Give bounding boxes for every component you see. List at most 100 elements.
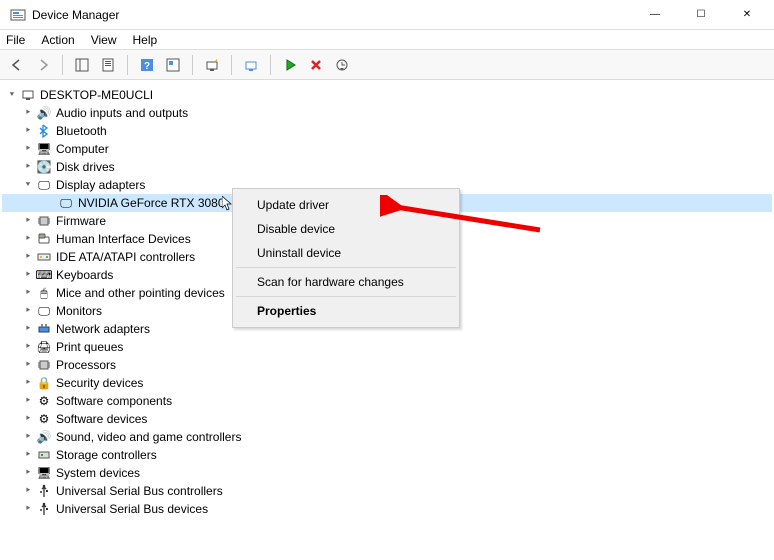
ctx-disable-device[interactable]: Disable device <box>235 217 457 241</box>
tree-node-label: Firmware <box>56 214 106 228</box>
tree-node[interactable]: ⯈Processors <box>2 356 772 374</box>
tree-node-label: Network adapters <box>56 322 150 336</box>
expand-icon[interactable]: ⯈ <box>20 501 36 517</box>
expand-icon[interactable]: ⯈ <box>20 411 36 427</box>
expand-icon[interactable]: ⯈ <box>20 429 36 445</box>
device-category-icon <box>36 483 52 499</box>
device-category-icon <box>36 447 52 463</box>
expand-icon[interactable]: ⯈ <box>20 339 36 355</box>
scan-hardware-button[interactable] <box>331 54 353 76</box>
device-category-icon <box>36 123 52 139</box>
tree-node[interactable]: ⯈🖥System devices <box>2 464 772 482</box>
properties-button[interactable] <box>97 54 119 76</box>
tree-node-label: Display adapters <box>56 178 145 192</box>
scan-button[interactable] <box>201 54 223 76</box>
tree-node[interactable]: ⯈🔊 Audio inputs and outputs <box>2 104 772 122</box>
ctx-separator <box>236 296 456 297</box>
menu-file[interactable]: File <box>6 33 25 47</box>
context-menu: Update driver Disable device Uninstall d… <box>232 188 460 328</box>
ctx-separator <box>236 267 456 268</box>
ctx-scan-hardware[interactable]: Scan for hardware changes <box>235 270 457 294</box>
expand-icon[interactable]: ⯈ <box>20 447 36 463</box>
window-title: Device Manager <box>32 8 632 22</box>
tree-node-label: Universal Serial Bus devices <box>56 502 208 516</box>
minimize-button[interactable]: — <box>632 0 678 30</box>
menubar: File Action View Help <box>0 30 774 50</box>
expand-icon[interactable]: ⯈ <box>20 303 36 319</box>
menu-help[interactable]: Help <box>133 33 158 47</box>
tree-node[interactable]: ⯈🔒Security devices <box>2 374 772 392</box>
tree-node-label: Disk drives <box>56 160 115 174</box>
svg-text:?: ? <box>144 61 150 72</box>
tree-node[interactable]: ⯈ Universal Serial Bus devices <box>2 500 772 518</box>
expand-icon[interactable]: ⯈ <box>20 267 36 283</box>
expand-icon[interactable]: ⯆ <box>20 177 36 193</box>
back-button[interactable] <box>6 54 28 76</box>
expand-icon[interactable]: ⯆ <box>4 87 20 103</box>
tree-node-label: Bluetooth <box>56 124 107 138</box>
app-icon <box>10 7 26 23</box>
device-category-icon: 🔒 <box>36 375 52 391</box>
tree-node-label: Universal Serial Bus controllers <box>56 484 223 498</box>
device-category-icon <box>36 249 52 265</box>
device-category-icon: 🔊 <box>36 105 52 121</box>
expand-icon[interactable]: ⯈ <box>20 123 36 139</box>
tree-node-label: Storage controllers <box>56 448 157 462</box>
tree-node-label: System devices <box>56 466 140 480</box>
tree-node-label: Sound, video and game controllers <box>56 430 241 444</box>
expand-icon[interactable]: ⯈ <box>20 285 36 301</box>
tree-node[interactable]: ⯈⚙Software devices <box>2 410 772 428</box>
enable-button[interactable] <box>279 54 301 76</box>
expand-icon[interactable]: ⯈ <box>20 213 36 229</box>
tree-node-label: Software devices <box>56 412 147 426</box>
tree-node[interactable]: ⯈ Storage controllers <box>2 446 772 464</box>
tree-node-label: Monitors <box>56 304 102 318</box>
device-category-icon <box>36 321 52 337</box>
ctx-update-driver[interactable]: Update driver <box>235 193 457 217</box>
tree-node[interactable]: ⯈⚙Software components <box>2 392 772 410</box>
device-category-icon: 🖵 <box>36 303 52 319</box>
device-icon: 🖵 <box>58 195 74 211</box>
device-category-icon <box>36 231 52 247</box>
expand-icon[interactable]: ⯈ <box>20 375 36 391</box>
expand-icon[interactable]: ⯈ <box>20 249 36 265</box>
expand-icon[interactable]: ⯈ <box>20 231 36 247</box>
tree-node[interactable]: ⯈🖨Print queues <box>2 338 772 356</box>
show-hide-tree-button[interactable] <box>71 54 93 76</box>
tree-node-label: Software components <box>56 394 172 408</box>
forward-button[interactable] <box>32 54 54 76</box>
device-category-icon: 🔊 <box>36 429 52 445</box>
device-category-icon: 💽 <box>36 159 52 175</box>
expand-icon[interactable]: ⯈ <box>20 357 36 373</box>
expand-icon[interactable]: ⯈ <box>20 465 36 481</box>
tree-node[interactable]: ⯈ Universal Serial Bus controllers <box>2 482 772 500</box>
tree-node-label: Audio inputs and outputs <box>56 106 188 120</box>
update-driver-button[interactable] <box>240 54 262 76</box>
ctx-properties[interactable]: Properties <box>235 299 457 323</box>
menu-view[interactable]: View <box>91 33 117 47</box>
close-button[interactable]: ✕ <box>724 0 770 30</box>
device-category-icon: 🖵 <box>36 177 52 193</box>
help-button[interactable]: ? <box>136 54 158 76</box>
tree-node[interactable]: ⯈🔊 Sound, video and game controllers <box>2 428 772 446</box>
device-category-icon: 🖨 <box>36 339 52 355</box>
action-button[interactable] <box>162 54 184 76</box>
expand-icon[interactable]: ⯈ <box>20 321 36 337</box>
expand-icon[interactable]: ⯈ <box>20 141 36 157</box>
tree-node[interactable]: ⯈ Bluetooth <box>2 122 772 140</box>
device-category-icon: ⌨ <box>36 267 52 283</box>
tree-node[interactable]: ⯈💽 Disk drives <box>2 158 772 176</box>
tree-node-label: Keyboards <box>56 268 113 282</box>
expand-icon[interactable]: ⯈ <box>20 483 36 499</box>
expand-icon[interactable]: ⯈ <box>20 159 36 175</box>
ctx-uninstall-device[interactable]: Uninstall device <box>235 241 457 265</box>
maximize-button[interactable]: ☐ <box>678 0 724 30</box>
uninstall-button[interactable] <box>305 54 327 76</box>
menu-action[interactable]: Action <box>41 33 74 47</box>
expand-icon[interactable]: ⯈ <box>20 105 36 121</box>
computer-icon <box>20 87 36 103</box>
tree-node-label: Computer <box>56 142 109 156</box>
expand-icon[interactable]: ⯈ <box>20 393 36 409</box>
tree-root[interactable]: ⯆ DESKTOP-ME0UCLI <box>2 86 772 104</box>
tree-node[interactable]: ⯈🖥Computer <box>2 140 772 158</box>
